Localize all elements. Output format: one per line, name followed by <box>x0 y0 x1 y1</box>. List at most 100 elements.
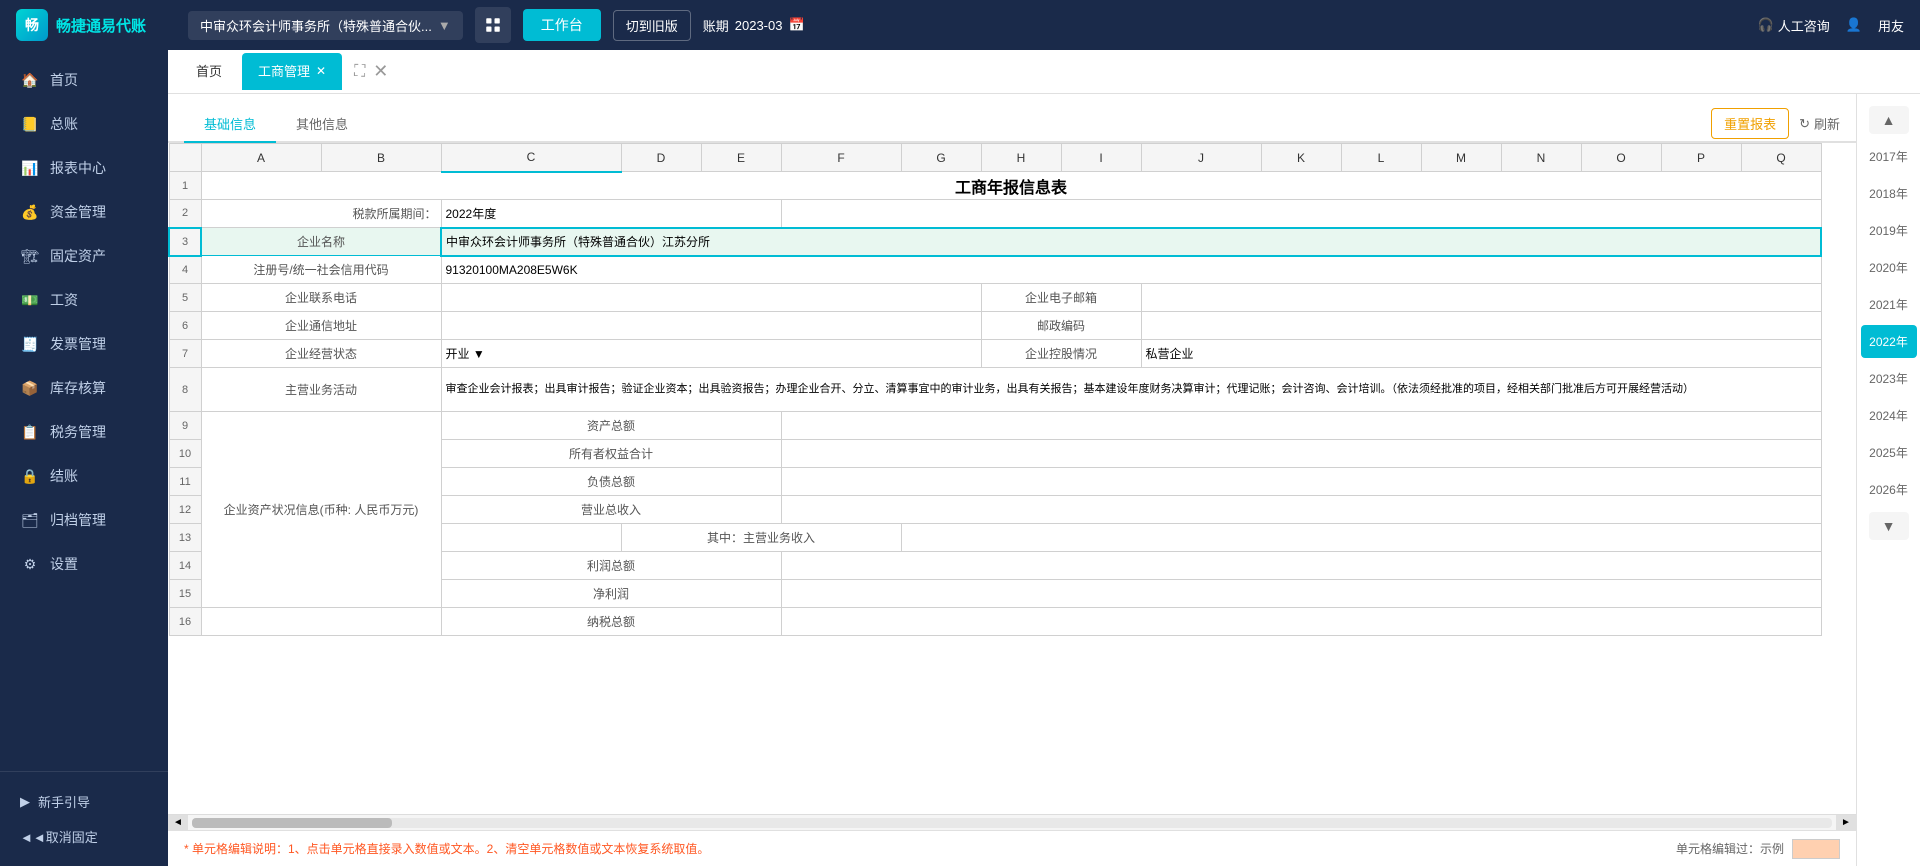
settings-icon: ⚙ <box>20 554 40 574</box>
tab-ic-manage[interactable]: 工商管理 ✕ <box>242 53 342 90</box>
net-profit-value[interactable] <box>781 580 1821 608</box>
tab-ic-close[interactable]: ✕ <box>316 64 326 78</box>
report-icon: 📊 <box>20 158 40 178</box>
main-revenue-value[interactable] <box>901 524 1821 552</box>
year-scroll-up[interactable]: ▲ <box>1869 106 1909 134</box>
sidebar-item-salary[interactable]: 💵 工资 <box>0 278 168 322</box>
table-row: 5 企业联系电话 企业电子邮箱 <box>169 284 1821 312</box>
year-2019[interactable]: 2019年 <box>1861 214 1917 247</box>
col-i-header: I <box>1061 144 1141 172</box>
sidebar-item-archive[interactable]: 🗂 归档管理 <box>0 498 168 542</box>
address-value[interactable] <box>441 312 981 340</box>
holding-value[interactable]: 私营企业 <box>1141 340 1821 368</box>
headset-icon: 🎧 <box>1758 17 1774 33</box>
sidebar-item-ledger[interactable]: 📒 总账 <box>0 102 168 146</box>
row9-merged-label: 企业资产状况信息(币种: 人民币万元) <box>201 412 441 608</box>
sub-tab-basic-label: 基础信息 <box>204 117 256 132</box>
postcode-value[interactable] <box>1141 312 1821 340</box>
year-2018[interactable]: 2018年 <box>1861 177 1917 210</box>
sidebar-tax-label: 税务管理 <box>50 422 106 442</box>
period-value-cell[interactable]: 2022年度 <box>441 200 781 228</box>
workbench-button[interactable]: 工作台 <box>523 9 601 41</box>
row-num-14: 14 <box>169 552 201 580</box>
h-scroll-track[interactable] <box>192 818 1832 828</box>
sidebar-item-inventory[interactable]: 📦 库存核算 <box>0 366 168 410</box>
col-f-header: F <box>781 144 901 172</box>
year-2022[interactable]: 2022年 <box>1861 325 1917 358</box>
reg-code-value[interactable]: 91320100MA208E5W6K <box>441 256 1821 284</box>
logo-text: 畅捷通易代账 <box>56 15 146 36</box>
sidebar-item-assets[interactable]: 🏗 固定资产 <box>0 234 168 278</box>
liabilities-value[interactable] <box>781 468 1821 496</box>
service-button[interactable]: 🎧 人工咨询 <box>1758 16 1830 35</box>
fullscreen-icon[interactable]: ⛶ <box>354 63 365 81</box>
phone-value[interactable] <box>441 284 981 312</box>
new-guide-button[interactable]: ▶ 新手引导 <box>0 784 168 819</box>
total-revenue-value[interactable] <box>781 496 1821 524</box>
corner-cell <box>169 144 201 172</box>
company-name-value-cell[interactable]: 中审众环会计师事务所（特殊普通合伙）江苏分所 <box>441 228 1821 256</box>
calendar-icon[interactable]: 📅 <box>788 17 804 33</box>
company-selector[interactable]: 中审众环会计师事务所（特殊普通合伙... ▼ <box>188 11 463 40</box>
company-icon-btn[interactable] <box>475 7 511 43</box>
email-value[interactable] <box>1141 284 1821 312</box>
year-2024[interactable]: 2024年 <box>1861 399 1917 432</box>
h-scroll-right[interactable]: ► <box>1836 815 1856 831</box>
sidebar-inventory-label: 库存核算 <box>50 378 106 398</box>
switch-version-button[interactable]: 切到旧版 <box>613 10 691 41</box>
sidebar-item-home[interactable]: 🏠 首页 <box>0 58 168 102</box>
year-2017[interactable]: 2017年 <box>1861 140 1917 173</box>
spreadsheet-wrapper[interactable]: A B C D E F G H I J <box>168 143 1856 814</box>
total-tax-value[interactable] <box>781 608 1821 636</box>
sidebar-item-close[interactable]: 🔒 结账 <box>0 454 168 498</box>
period-label: 账期 <box>703 16 729 35</box>
equity-label: 所有者权益合计 <box>441 440 781 468</box>
col-q-header: Q <box>1741 144 1821 172</box>
title-cell[interactable]: 工商年报信息表 <box>201 172 1821 200</box>
h-scroll-bar[interactable]: ◄ ► <box>168 814 1856 830</box>
new-guide-label: 新手引导 <box>38 792 90 811</box>
liabilities-label: 负债总额 <box>441 468 781 496</box>
h-scroll-left[interactable]: ◄ <box>168 815 188 831</box>
col-l-header: L <box>1341 144 1421 172</box>
sidebar-item-settings[interactable]: ⚙ 设置 <box>0 542 168 586</box>
table-row: 16 纳税总额 <box>169 608 1821 636</box>
close-all-button[interactable]: ✕ <box>373 61 388 82</box>
year-2021[interactable]: 2021年 <box>1861 288 1917 321</box>
main-layout: 🏠 首页 📒 总账 📊 报表中心 💰 资金管理 🏗 固定资产 💵 工资 🧾 发票… <box>0 50 1920 866</box>
biz-status-label: 企业经营状态 <box>201 340 441 368</box>
total-assets-value[interactable] <box>781 412 1821 440</box>
main-biz-value[interactable]: 审查企业会计报表；出具审计报告；验证企业资本；出具验资报告；办理企业合开、分立、… <box>441 368 1821 412</box>
refresh-button[interactable]: ↻ 刷新 <box>1799 114 1840 133</box>
sidebar: 🏠 首页 📒 总账 📊 报表中心 💰 资金管理 🏗 固定资产 💵 工资 🧾 发票… <box>0 50 168 866</box>
col-m-header: M <box>1421 144 1501 172</box>
col-c-header: C <box>441 144 621 172</box>
total-profit-value[interactable] <box>781 552 1821 580</box>
row-num-5: 5 <box>169 284 201 312</box>
col-d-header: D <box>621 144 701 172</box>
year-scroll-down[interactable]: ▼ <box>1869 512 1909 540</box>
sidebar-bottom: ▶ 新手引导 ◄◄取消固定 <box>0 771 168 866</box>
row-num-6: 6 <box>169 312 201 340</box>
year-2025[interactable]: 2025年 <box>1861 436 1917 469</box>
status-right: 单元格编辑过：示例 <box>1676 839 1840 859</box>
sidebar-item-invoice[interactable]: 🧾 发票管理 <box>0 322 168 366</box>
year-2023[interactable]: 2023年 <box>1861 362 1917 395</box>
reset-report-button[interactable]: 重置报表 <box>1711 108 1789 139</box>
company-name-label-cell: 企业名称 <box>201 228 441 256</box>
sub-tab-basic[interactable]: 基础信息 <box>184 106 276 143</box>
year-2026[interactable]: 2026年 <box>1861 473 1917 506</box>
equity-value[interactable] <box>781 440 1821 468</box>
sub-tab-other-label: 其他信息 <box>296 117 348 132</box>
unpin-button[interactable]: ◄◄取消固定 <box>0 819 168 854</box>
col-e-header: E <box>701 144 781 172</box>
sidebar-item-report[interactable]: 📊 报表中心 <box>0 146 168 190</box>
year-2020[interactable]: 2020年 <box>1861 251 1917 284</box>
sidebar-item-tax[interactable]: 📋 税务管理 <box>0 410 168 454</box>
tab-home[interactable]: 首页 <box>180 53 238 90</box>
sidebar-item-finance[interactable]: 💰 资金管理 <box>0 190 168 234</box>
sub-tab-other[interactable]: 其他信息 <box>276 106 368 143</box>
h-scroll-thumb[interactable] <box>192 818 392 828</box>
content-area: 基础信息 其他信息 重置报表 ↻ 刷新 <box>168 94 1920 866</box>
biz-status-value[interactable]: 开业 ▼ <box>441 340 981 368</box>
